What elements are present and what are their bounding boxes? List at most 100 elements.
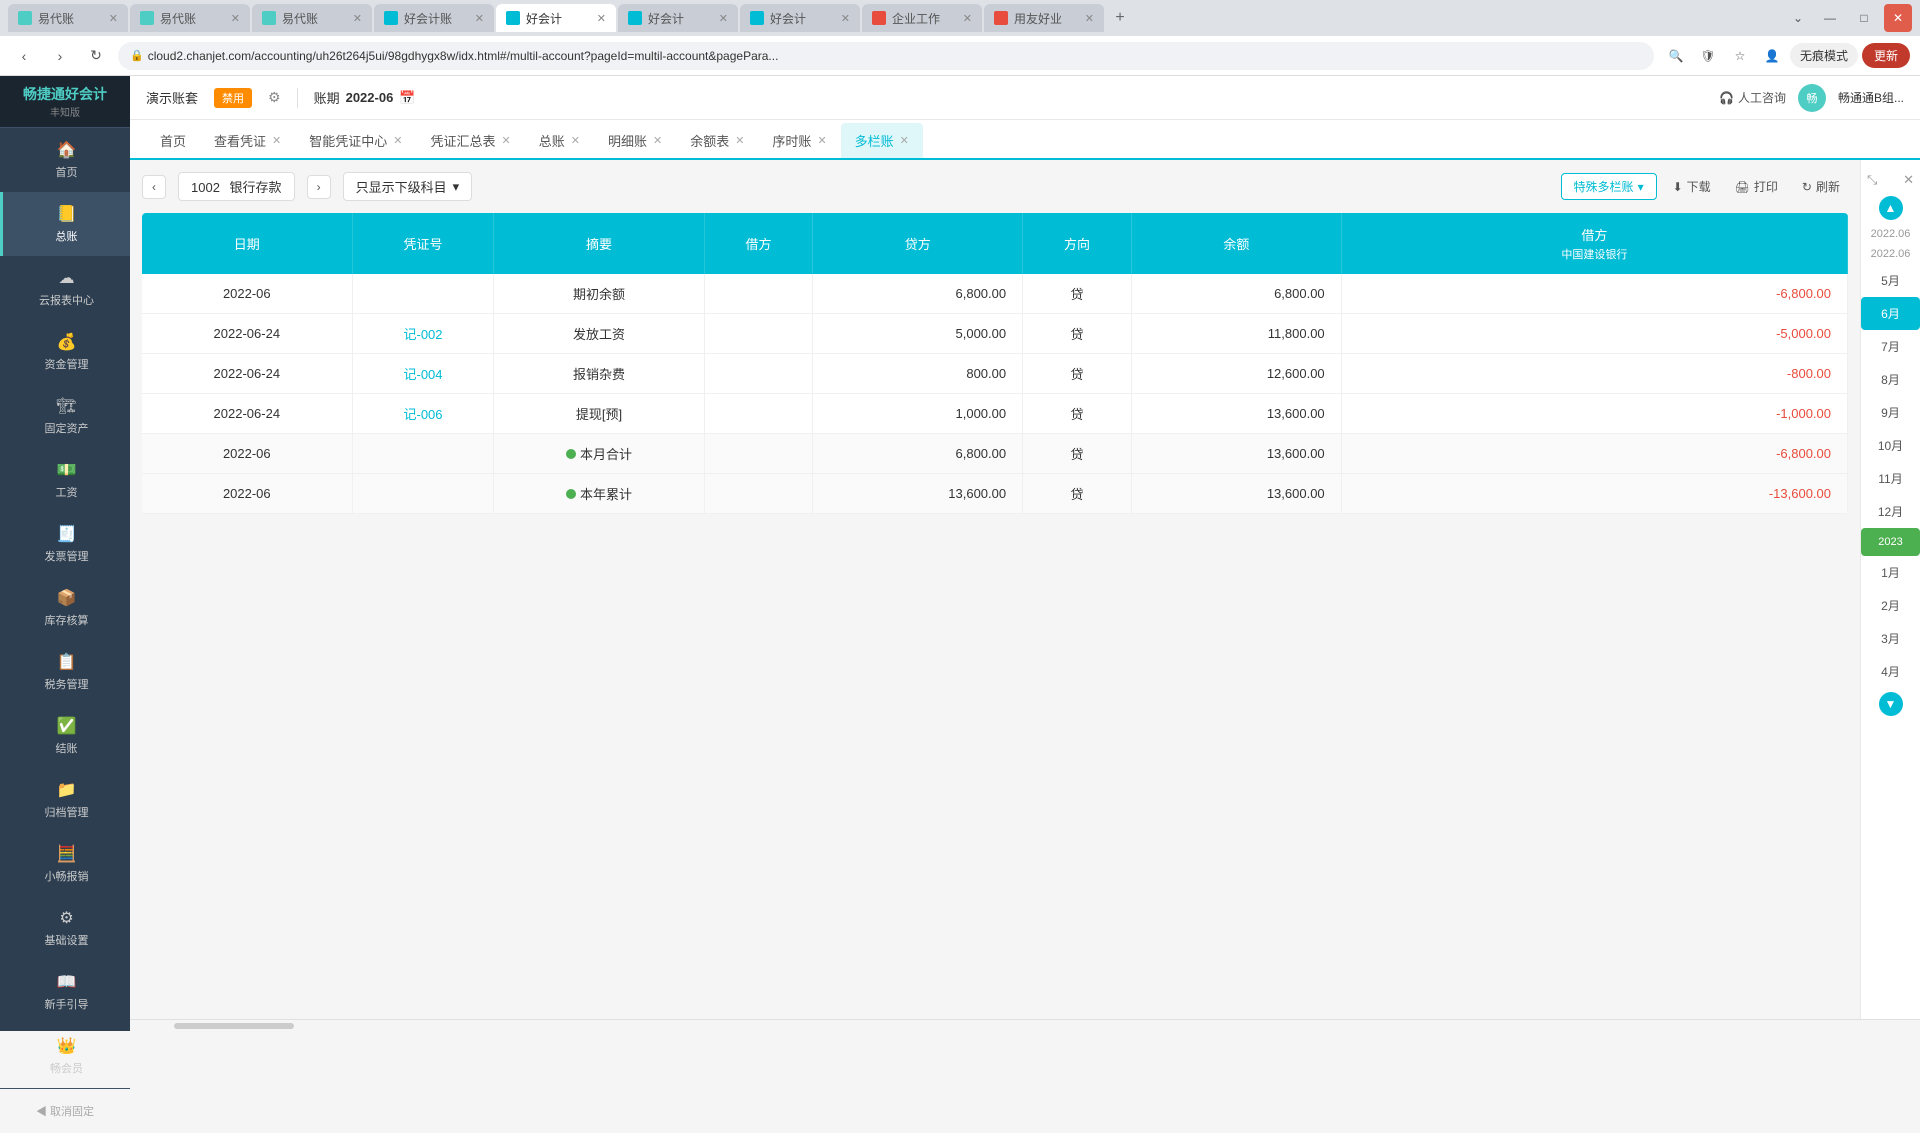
tab-close-1[interactable]: ✕ xyxy=(109,12,118,25)
close-balance[interactable]: ✕ xyxy=(735,134,744,147)
browser-tab-1[interactable]: 易代账 ✕ xyxy=(8,4,128,32)
sidebar-item-general-ledger[interactable]: 📒 总账 xyxy=(0,192,130,256)
date-scroll-down-button[interactable]: ▼ xyxy=(1879,692,1903,716)
tab-sequence-ledger[interactable]: 序时账 ✕ xyxy=(758,123,840,160)
month-2022-07[interactable]: 7月 xyxy=(1861,330,1920,363)
browser-tab-9[interactable]: 用友好业 ✕ xyxy=(984,4,1104,32)
forward-button[interactable]: › xyxy=(46,42,74,70)
close-smart-voucher[interactable]: ✕ xyxy=(393,134,402,147)
month-2022-09[interactable]: 9月 xyxy=(1861,396,1920,429)
month-2023-02[interactable]: 2月 xyxy=(1861,589,1920,622)
sidebar-item-archive[interactable]: 📁 归档管理 xyxy=(0,768,130,832)
bookmark-icon[interactable]: ☆ xyxy=(1726,42,1754,70)
sidebar-item-guide[interactable]: 📖 新手引导 xyxy=(0,960,130,1024)
new-tab-button[interactable]: + xyxy=(1106,4,1134,32)
reload-button[interactable]: ↻ xyxy=(82,42,110,70)
cell-voucher[interactable]: 记-006 xyxy=(352,394,494,434)
maximize-button[interactable]: □ xyxy=(1850,4,1878,32)
back-button[interactable]: ‹ xyxy=(10,42,38,70)
tab-voucher-summary[interactable]: 凭证汇总表 ✕ xyxy=(416,123,524,160)
tab-smart-voucher[interactable]: 智能凭证中心 ✕ xyxy=(295,123,416,160)
tab-voucher-view[interactable]: 查看凭证 ✕ xyxy=(200,123,295,160)
tab-home[interactable]: 首页 xyxy=(146,123,200,160)
sidebar-item-settlement[interactable]: ✅ 结账 xyxy=(0,704,130,768)
month-2022-12[interactable]: 12月 xyxy=(1861,495,1920,528)
minimize-button[interactable]: — xyxy=(1816,4,1844,32)
month-2023-01[interactable]: 1月 xyxy=(1861,556,1920,589)
tab-close-2[interactable]: ✕ xyxy=(231,12,240,25)
multi-account-button[interactable]: 特殊多栏账 ▾ xyxy=(1561,173,1657,200)
profile-icon[interactable]: 👤 xyxy=(1758,42,1786,70)
tab-close-9[interactable]: ✕ xyxy=(1085,12,1094,25)
sidebar-item-cloud-report[interactable]: ☁ 云报表中心 xyxy=(0,256,130,320)
calendar-icon[interactable]: 📅 xyxy=(399,90,415,106)
month-2022-10[interactable]: 10月 xyxy=(1861,429,1920,462)
print-button[interactable]: 🖨 打印 xyxy=(1727,174,1786,199)
panel-close-icon[interactable]: ✕ xyxy=(1903,172,1914,188)
tab-general-ledger[interactable]: 总账 ✕ xyxy=(525,123,594,160)
unpin-sidebar-button[interactable]: ◀ 取消固定 xyxy=(0,1097,130,1125)
filter-dropdown[interactable]: 只显示下级科目 ▾ xyxy=(343,172,473,201)
user-avatar[interactable]: 畅 xyxy=(1798,84,1826,112)
tab-close-8[interactable]: ✕ xyxy=(963,12,972,25)
cell-voucher[interactable]: 记-002 xyxy=(352,314,494,354)
tab-close-3[interactable]: ✕ xyxy=(353,12,362,25)
scrollbar-thumb[interactable] xyxy=(174,1023,294,1029)
close-sequence[interactable]: ✕ xyxy=(817,134,826,147)
sidebar-item-tax[interactable]: 📋 税务管理 xyxy=(0,640,130,704)
close-voucher-view[interactable]: ✕ xyxy=(272,134,281,147)
ai-consult-button[interactable]: 🎧 人工咨询 xyxy=(1719,89,1786,106)
sidebar-item-expense[interactable]: 🧮 小畅报销 xyxy=(0,832,130,896)
close-multi-column[interactable]: ✕ xyxy=(900,134,909,147)
search-icon[interactable]: 🔍 xyxy=(1662,42,1690,70)
update-button[interactable]: 更新 xyxy=(1862,43,1910,68)
sidebar-item-inventory[interactable]: 📦 库存核算 xyxy=(0,576,130,640)
tab-close-4[interactable]: ✕ xyxy=(475,12,484,25)
tab-multi-column[interactable]: 多栏账 ✕ xyxy=(841,123,923,160)
extension-icon[interactable]: 🛡 xyxy=(1694,42,1722,70)
month-2022-11[interactable]: 11月 xyxy=(1861,462,1920,495)
close-general-ledger[interactable]: ✕ xyxy=(571,134,580,147)
browser-tab-4[interactable]: 好会计账 ✕ xyxy=(374,4,494,32)
window-close-button[interactable]: ✕ xyxy=(1884,4,1912,32)
month-2023-03[interactable]: 3月 xyxy=(1861,622,1920,655)
sidebar-item-salary[interactable]: 💵 工资 xyxy=(0,448,130,512)
sidebar-item-settings[interactable]: ⚙ 基础设置 xyxy=(0,896,130,960)
next-account-button[interactable]: › xyxy=(307,175,331,199)
settings-gear-icon[interactable]: ⚙ xyxy=(268,89,281,106)
date-scroll-up-button[interactable]: ▲ xyxy=(1879,196,1903,220)
close-voucher-summary[interactable]: ✕ xyxy=(502,134,511,147)
tab-close-5[interactable]: ✕ xyxy=(597,12,606,25)
browser-tab-8[interactable]: 企业工作 ✕ xyxy=(862,4,982,32)
month-2023-04[interactable]: 4月 xyxy=(1861,655,1920,688)
prev-account-button[interactable]: ‹ xyxy=(142,175,166,199)
browser-tab-2[interactable]: 易代账 ✕ xyxy=(130,4,250,32)
sidebar-item-invoice[interactable]: 🧾 发票管理 xyxy=(0,512,130,576)
close-detail-ledger[interactable]: ✕ xyxy=(653,134,662,147)
url-bar[interactable]: 🔒 cloud2.chanjet.com/accounting/uh26t264… xyxy=(118,42,1654,70)
cell-voucher[interactable]: 记-004 xyxy=(352,354,494,394)
month-2022-05[interactable]: 5月 xyxy=(1861,264,1920,297)
account-selector[interactable]: 1002 银行存款 xyxy=(178,172,295,201)
year-2023-badge[interactable]: 2023 xyxy=(1861,528,1920,556)
horizontal-scrollbar[interactable] xyxy=(130,1019,1920,1031)
sidebar-item-fund[interactable]: 💰 资金管理 xyxy=(0,320,130,384)
month-2022-08[interactable]: 8月 xyxy=(1861,363,1920,396)
sidebar-item-vip[interactable]: 👑 畅会员 xyxy=(0,1024,130,1088)
sidebar-item-home[interactable]: 🏠 首页 xyxy=(0,128,130,192)
tab-detail-ledger[interactable]: 明细账 ✕ xyxy=(594,123,676,160)
browser-tab-6[interactable]: 好会计 ✕ xyxy=(618,4,738,32)
tab-balance[interactable]: 余额表 ✕ xyxy=(676,123,758,160)
demo-badge[interactable]: 禁用 xyxy=(214,88,252,108)
tab-close-7[interactable]: ✕ xyxy=(841,12,850,25)
month-2022-06[interactable]: 6月 xyxy=(1861,297,1920,330)
wuhen-mode-button[interactable]: 无痕模式 xyxy=(1790,43,1858,68)
panel-expand-icon[interactable]: ⤡ xyxy=(1867,172,1877,188)
browser-tab-3[interactable]: 易代账 ✕ xyxy=(252,4,372,32)
sidebar-item-fixed-assets[interactable]: 🏗 固定资产 xyxy=(0,384,130,448)
browser-tab-7[interactable]: 好会计 ✕ xyxy=(740,4,860,32)
tab-list-btn[interactable]: ⌄ xyxy=(1786,6,1810,30)
tab-close-6[interactable]: ✕ xyxy=(719,12,728,25)
browser-tab-5[interactable]: 好会计 ✕ xyxy=(496,4,616,32)
refresh-button[interactable]: ↻ 刷新 xyxy=(1794,174,1848,199)
